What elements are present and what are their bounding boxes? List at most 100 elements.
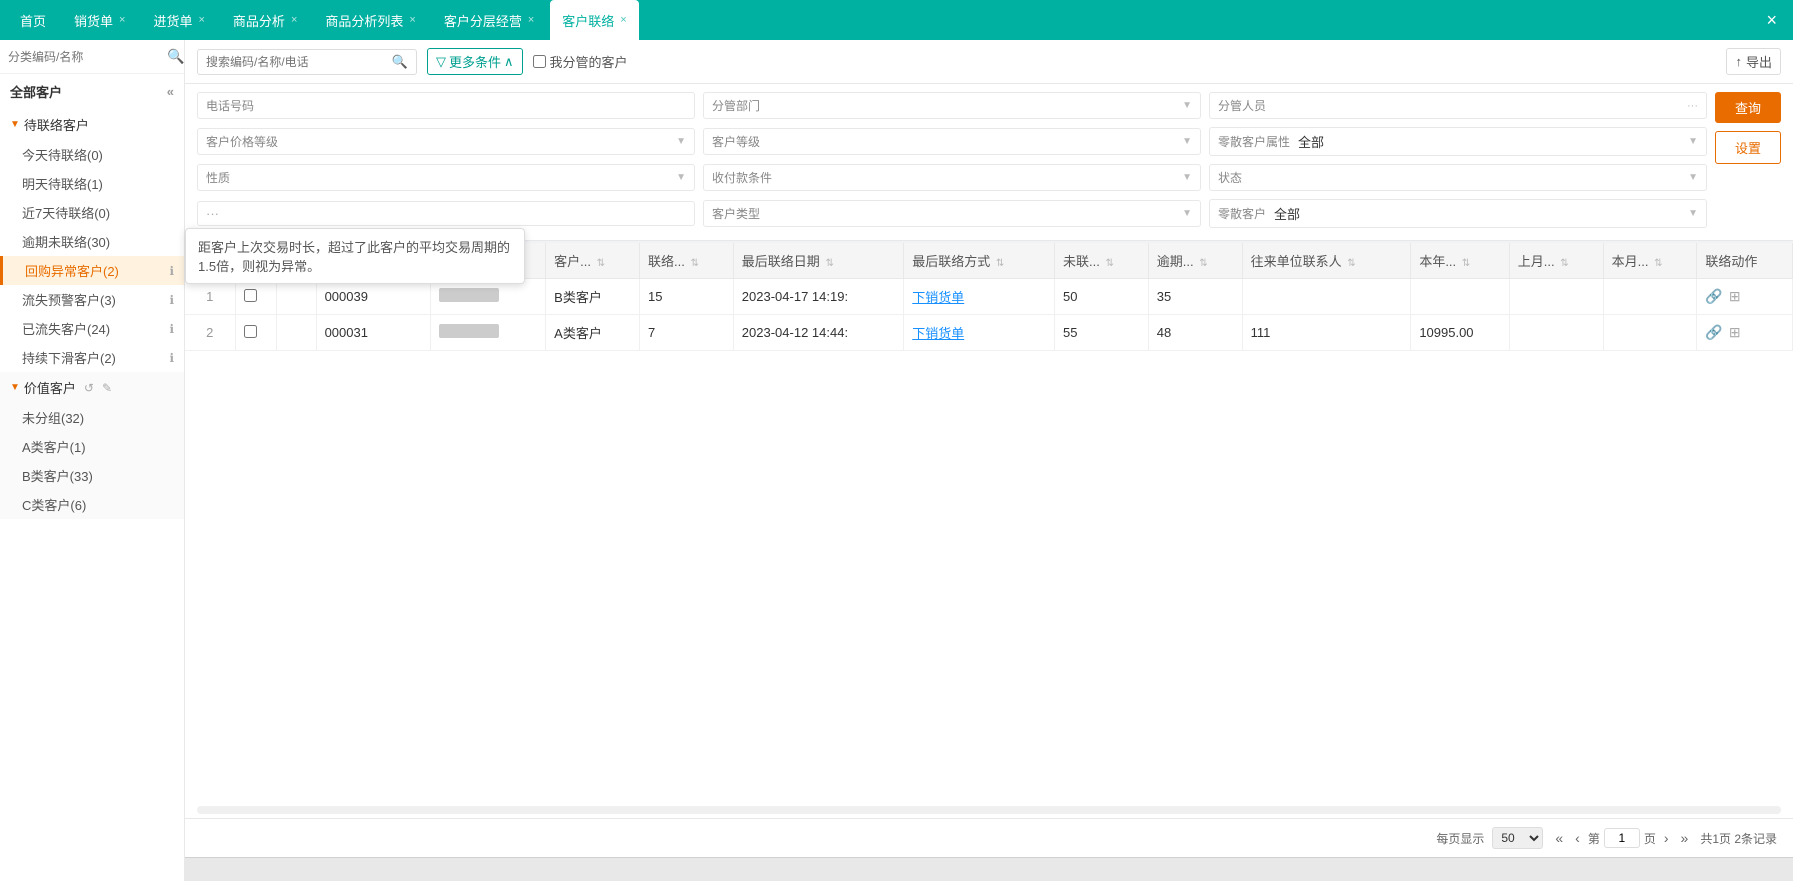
sidebar-continuous-decline[interactable]: 持续下滑客户(2) ℹ	[0, 343, 184, 372]
last-page-btn[interactable]: »	[1677, 830, 1693, 846]
price-level-field[interactable]: 客户价格等级 ▼	[197, 128, 695, 155]
edit-icon[interactable]: ✎	[102, 381, 112, 395]
row2-method-link[interactable]: 下销货单	[912, 326, 964, 341]
col-uc-sort[interactable]: ⇅	[1347, 258, 1355, 269]
sidebar-search-icon[interactable]: 🔍	[167, 48, 184, 65]
status-label: 状态	[1218, 169, 1242, 186]
first-page-btn[interactable]: «	[1551, 830, 1567, 846]
sidebar-c-class[interactable]: C类客户(6)	[0, 490, 184, 519]
row2-grid-icon[interactable]: ⊞	[1729, 324, 1741, 341]
already-lost-label: 已流失客户(24)	[22, 319, 110, 338]
row2-checkbox[interactable]	[244, 325, 257, 338]
col-contact-sort[interactable]: ⇅	[690, 258, 698, 269]
h-scrollbar[interactable]	[197, 806, 1781, 814]
sidebar-b-class[interactable]: B类客户(33)	[0, 461, 184, 490]
row2-link-icon[interactable]: 🔗	[1705, 324, 1722, 341]
c-class-label: C类客户(6)	[22, 495, 86, 514]
settings-button[interactable]: 设置	[1715, 131, 1781, 164]
row1-action: 🔗 ⊞	[1697, 279, 1793, 315]
sidebar-already-lost[interactable]: 已流失客户(24) ℹ	[0, 314, 184, 343]
caret-up-icon: ∧	[504, 54, 514, 70]
per-page-label: 每页显示	[1436, 830, 1484, 847]
main-search-icon[interactable]: 🔍	[392, 54, 408, 70]
retail-attr-field[interactable]: 零散客户属性 全部 ▼	[1209, 127, 1707, 156]
sidebar-tomorrow-waiting[interactable]: 明天待联络(1)	[0, 169, 184, 198]
row2-contact: 7	[639, 315, 733, 351]
retail-customer-field[interactable]: 零散客户 全部 ▼	[1209, 199, 1707, 228]
sidebar-repurchase-abnormal[interactable]: 回购异常客户(2) ℹ	[0, 256, 184, 285]
sidebar-today-waiting[interactable]: 今天待联络(0)	[0, 140, 184, 169]
col-lm-sort[interactable]: ⇅	[1560, 258, 1568, 269]
col-method-sort[interactable]: ⇅	[996, 258, 1004, 269]
more-conditions-btn[interactable]: ▽ 更多条件 ∧	[427, 48, 523, 75]
main-search-input[interactable]	[206, 55, 388, 69]
a-class-label: A类客户(1)	[22, 437, 86, 456]
col-nc-sort[interactable]: ⇅	[1105, 258, 1113, 269]
manager-field[interactable]: 分管人员 ···	[1209, 92, 1707, 119]
advanced-filters: 电话号码 分管部门 ▼ 分管人员 ···	[185, 84, 1793, 241]
sidebar-lost-warning[interactable]: 流失预警客户(3) ℹ	[0, 285, 184, 314]
col-overdue-sort[interactable]: ⇅	[1199, 258, 1207, 269]
sidebar-all-customers[interactable]: 全部客户 «	[0, 74, 184, 109]
row2-this-month	[1603, 315, 1697, 351]
col-tm-sort[interactable]: ⇅	[1654, 258, 1662, 269]
row2-name-blur	[439, 324, 499, 338]
sidebar-collapse-icon[interactable]: «	[167, 84, 174, 99]
row1-last-method[interactable]: 下销货单	[904, 279, 1055, 315]
nav-customer-layer[interactable]: 客户分层经营 ×	[432, 0, 546, 40]
sidebar-a-class[interactable]: A类客户(1)	[0, 432, 184, 461]
phone-input[interactable]	[266, 99, 686, 113]
per-page-select[interactable]: 50 20 100	[1492, 827, 1543, 849]
page-input[interactable]	[1604, 828, 1640, 848]
sidebar-week-waiting[interactable]: 近7天待联络(0)	[0, 198, 184, 227]
col-ty-sort[interactable]: ⇅	[1462, 258, 1470, 269]
row2-last-method[interactable]: 下销货单	[904, 315, 1055, 351]
sidebar-ungrouped[interactable]: 未分组(32)	[0, 403, 184, 432]
row1-overdue: 35	[1148, 279, 1242, 315]
prev-page-btn[interactable]: ‹	[1571, 830, 1584, 846]
customer-level-field[interactable]: 客户等级 ▼	[703, 128, 1201, 155]
row1-checkbox[interactable]	[244, 289, 257, 302]
customer-type-field[interactable]: 客户类型 ▼	[703, 200, 1201, 227]
col-date-sort[interactable]: ⇅	[825, 258, 833, 269]
data-table-container: ⚙ 客户编码 ⇅ 客户名称 ⇅ 客户... ⇅	[185, 243, 1793, 802]
next-page-btn[interactable]: ›	[1660, 830, 1673, 846]
nav-purchase[interactable]: 进货单 ×	[141, 0, 216, 40]
page-label: 第	[1588, 830, 1600, 847]
sidebar-search-input[interactable]	[8, 50, 163, 64]
row1-name-blur	[439, 288, 499, 302]
window-close-btn[interactable]: ×	[1758, 10, 1785, 31]
reset-icon[interactable]: ↺	[84, 381, 94, 395]
dept-field[interactable]: 分管部门 ▼	[703, 92, 1201, 119]
sidebar-value-header[interactable]: ▼ 价值客户 ↺ ✎	[0, 372, 184, 403]
nav-home[interactable]: 首页	[8, 0, 58, 40]
export-btn[interactable]: ↑ 导出	[1726, 48, 1781, 75]
nav-customer-layer-close[interactable]: ×	[528, 14, 534, 26]
col-last-method: 最后联络方式 ⇅	[904, 243, 1055, 279]
nav-analysis-list-close[interactable]: ×	[409, 14, 415, 26]
nav-sales[interactable]: 销货单 ×	[62, 0, 137, 40]
sidebar-overdue-waiting[interactable]: 逾期未联络(30)	[0, 227, 184, 256]
nav-analysis-list[interactable]: 商品分析列表 ×	[313, 0, 427, 40]
status-field[interactable]: 状态 ▼	[1209, 164, 1707, 191]
row1-method-link[interactable]: 下销货单	[912, 290, 964, 305]
nav-customer-contact-close[interactable]: ×	[620, 14, 626, 26]
col-contact: 联络... ⇅	[639, 243, 733, 279]
sidebar-value-section: ▼ 价值客户 ↺ ✎ 未分组(32) A类客户(1) B类客户(33) C类客户…	[0, 372, 184, 519]
row2-check	[235, 315, 276, 351]
nav-analysis-close[interactable]: ×	[291, 14, 297, 26]
sidebar-waiting-group[interactable]: ▼ 待联络客户	[0, 109, 184, 140]
query-button[interactable]: 查询	[1715, 92, 1781, 123]
col-type-sort[interactable]: ⇅	[597, 258, 605, 269]
nav-purchase-label: 进货单	[153, 11, 192, 30]
nav-customer-contact[interactable]: 客户联络 ×	[550, 0, 638, 40]
row1-link-icon[interactable]: 🔗	[1705, 288, 1722, 305]
nav-sales-close[interactable]: ×	[119, 14, 125, 26]
nav-analysis-list-label: 商品分析列表	[325, 11, 403, 30]
my-customer-checkbox[interactable]	[533, 55, 546, 68]
nav-purchase-close[interactable]: ×	[198, 14, 204, 26]
gender-field[interactable]: 性质 ▼	[197, 164, 695, 191]
payment-field[interactable]: 收付款条件 ▼	[703, 164, 1201, 191]
nav-analysis[interactable]: 商品分析 ×	[221, 0, 309, 40]
row1-grid-icon[interactable]: ⊞	[1729, 288, 1741, 305]
